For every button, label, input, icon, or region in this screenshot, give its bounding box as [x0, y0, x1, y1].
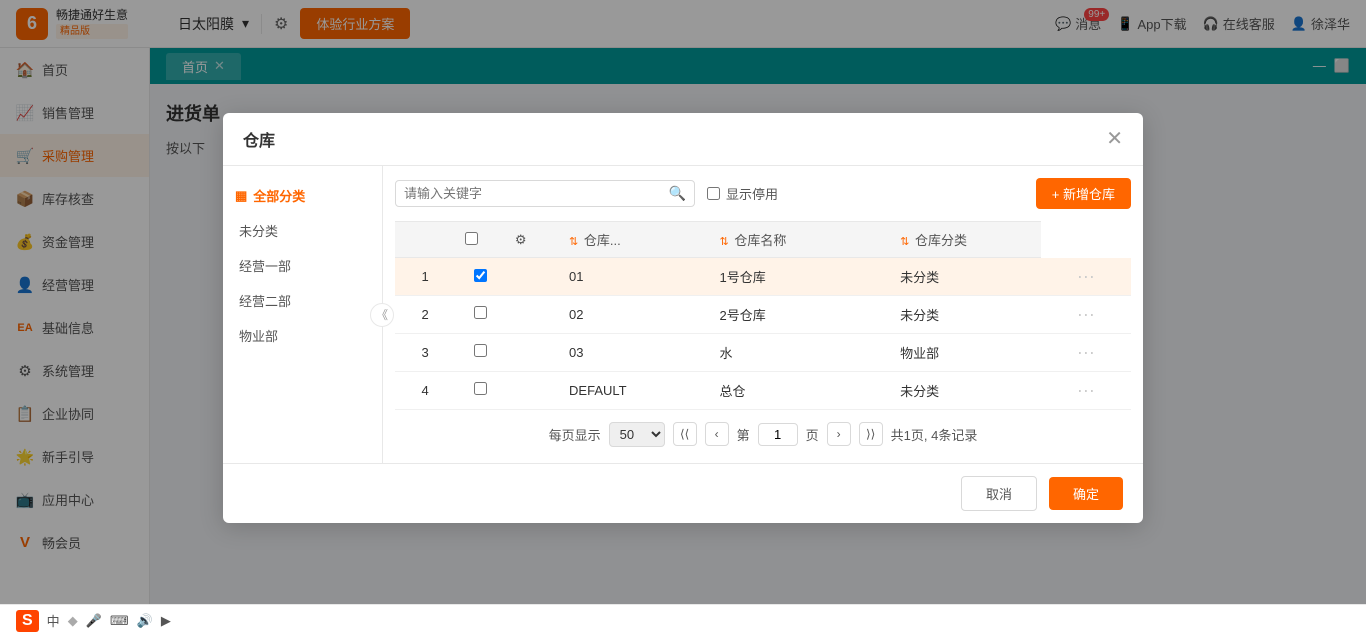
- cell-category: 未分类: [890, 258, 1041, 296]
- modal-footer: 取消 确定: [223, 463, 1143, 523]
- microphone-icon[interactable]: 🎤: [86, 613, 102, 629]
- row-checkbox-2[interactable]: [474, 344, 487, 357]
- category-item-dept1[interactable]: 经营一部: [223, 248, 382, 283]
- cell-name: 1号仓库: [710, 258, 891, 296]
- th-num: [395, 222, 455, 258]
- cell-num: 4: [395, 371, 455, 409]
- cell-actions[interactable]: ···: [1041, 333, 1131, 371]
- cell-code: DEFAULT: [559, 371, 710, 409]
- row-more-icon[interactable]: ···: [1077, 304, 1095, 324]
- modal-body: ▦ 全部分类 未分类 经营一部 经营二部 物业部 《 🔍: [223, 166, 1143, 463]
- search-icon[interactable]: 🔍: [669, 185, 686, 202]
- cell-actions[interactable]: ···: [1041, 258, 1131, 296]
- table-row[interactable]: 4 DEFAULT 总仓 未分类 ···: [395, 371, 1131, 409]
- cell-category: 物业部: [890, 333, 1041, 371]
- confirm-button[interactable]: 确定: [1049, 477, 1123, 510]
- keyboard-icon[interactable]: ⌨: [110, 613, 129, 629]
- bottom-bar: S 中 ◆ 🎤 ⌨ 🔊 ▶: [0, 604, 1366, 636]
- modal-overlay: 仓库 ✕ ▦ 全部分类 未分类 经营一部 经营二部 物业部 《: [0, 0, 1366, 636]
- th-name: ⇅ 仓库名称: [710, 222, 891, 258]
- cell-code: 01: [559, 258, 710, 296]
- select-all-checkbox[interactable]: [465, 232, 478, 245]
- table-row[interactable]: 1 01 1号仓库 未分类 ···: [395, 258, 1131, 296]
- cell-gear: [505, 295, 559, 333]
- grid-icon: ▦: [235, 188, 247, 204]
- row-checkbox-1[interactable]: [474, 306, 487, 319]
- pagination: 每页显示 50 20 100 ⟨⟨ ‹ 第 页 › ⟩⟩ 共1页, 4条记录: [395, 410, 1131, 451]
- cell-code: 02: [559, 295, 710, 333]
- category-item-unclassified[interactable]: 未分类: [223, 213, 382, 248]
- cancel-button[interactable]: 取消: [961, 476, 1037, 511]
- row-more-icon[interactable]: ···: [1077, 342, 1095, 362]
- cell-num: 2: [395, 295, 455, 333]
- play-icon[interactable]: ▶: [161, 613, 171, 629]
- table-settings-icon[interactable]: ⚙: [515, 232, 527, 247]
- per-page-select[interactable]: 50 20 100: [609, 422, 665, 447]
- brand-icon: S: [16, 610, 39, 632]
- cell-category: 未分类: [890, 371, 1041, 409]
- category-panel: ▦ 全部分类 未分类 经营一部 经营二部 物业部 《: [223, 166, 383, 463]
- cell-check[interactable]: [455, 333, 505, 371]
- sort-icon-name: ⇅: [720, 236, 729, 248]
- cell-num: 3: [395, 333, 455, 371]
- table-row[interactable]: 3 03 水 物业部 ···: [395, 333, 1131, 371]
- table-body: 1 01 1号仓库 未分类 ··· 2 02 2号仓库 未分类 ··· 3: [395, 258, 1131, 410]
- next-page-button[interactable]: ›: [827, 422, 851, 446]
- warehouse-modal: 仓库 ✕ ▦ 全部分类 未分类 经营一部 经营二部 物业部 《: [223, 113, 1143, 523]
- cell-actions[interactable]: ···: [1041, 371, 1131, 409]
- row-more-icon[interactable]: ···: [1077, 266, 1095, 286]
- category-all[interactable]: ▦ 全部分类: [223, 178, 382, 213]
- table-toolbar: 🔍 显示停用 + 新增仓库: [395, 178, 1131, 209]
- sort-icon-code: ⇅: [569, 236, 578, 248]
- th-category: ⇅ 仓库分类: [890, 222, 1041, 258]
- row-checkbox-0[interactable]: [474, 269, 487, 282]
- cell-category: 未分类: [890, 295, 1041, 333]
- cell-name: 水: [710, 333, 891, 371]
- table-header-row: ⚙ ⇅ 仓库... ⇅ 仓库名称 ⇅: [395, 222, 1131, 258]
- diamond-icon: ◆: [68, 613, 78, 629]
- prev-page-button[interactable]: ‹: [705, 422, 729, 446]
- collapse-button[interactable]: 《: [370, 303, 394, 327]
- volume-icon[interactable]: 🔊: [137, 613, 153, 629]
- sort-icon-cat: ⇅: [900, 236, 909, 248]
- chinese-input-icon[interactable]: 中: [47, 611, 60, 630]
- modal-header: 仓库 ✕: [223, 113, 1143, 166]
- cell-code: 03: [559, 333, 710, 371]
- category-item-property[interactable]: 物业部: [223, 318, 382, 353]
- th-code: ⇅ 仓库...: [559, 222, 710, 258]
- cell-gear: [505, 258, 559, 296]
- cell-check[interactable]: [455, 371, 505, 409]
- table-row[interactable]: 2 02 2号仓库 未分类 ···: [395, 295, 1131, 333]
- show-disabled-label[interactable]: 显示停用: [707, 184, 778, 203]
- row-checkbox-3[interactable]: [474, 382, 487, 395]
- cell-gear: [505, 371, 559, 409]
- category-item-dept2[interactable]: 经营二部: [223, 283, 382, 318]
- cell-check[interactable]: [455, 258, 505, 296]
- modal-close-button[interactable]: ✕: [1106, 129, 1123, 149]
- show-disabled-checkbox[interactable]: [707, 187, 720, 200]
- modal-title: 仓库: [243, 127, 275, 151]
- search-input[interactable]: [404, 186, 669, 201]
- table-panel: 🔍 显示停用 + 新增仓库: [383, 166, 1143, 463]
- cell-name: 2号仓库: [710, 295, 891, 333]
- th-check: [455, 222, 505, 258]
- first-page-button[interactable]: ⟨⟨: [673, 422, 697, 446]
- row-more-icon[interactable]: ···: [1077, 380, 1095, 400]
- cell-num: 1: [395, 258, 455, 296]
- th-gear: ⚙: [505, 222, 559, 258]
- warehouse-table: ⚙ ⇅ 仓库... ⇅ 仓库名称 ⇅: [395, 221, 1131, 410]
- last-page-button[interactable]: ⟩⟩: [859, 422, 883, 446]
- cell-name: 总仓: [710, 371, 891, 409]
- cell-gear: [505, 333, 559, 371]
- page-number-input[interactable]: [758, 423, 798, 446]
- cell-actions[interactable]: ···: [1041, 295, 1131, 333]
- add-warehouse-button[interactable]: + 新增仓库: [1036, 178, 1131, 209]
- search-box: 🔍: [395, 180, 695, 207]
- cell-check[interactable]: [455, 295, 505, 333]
